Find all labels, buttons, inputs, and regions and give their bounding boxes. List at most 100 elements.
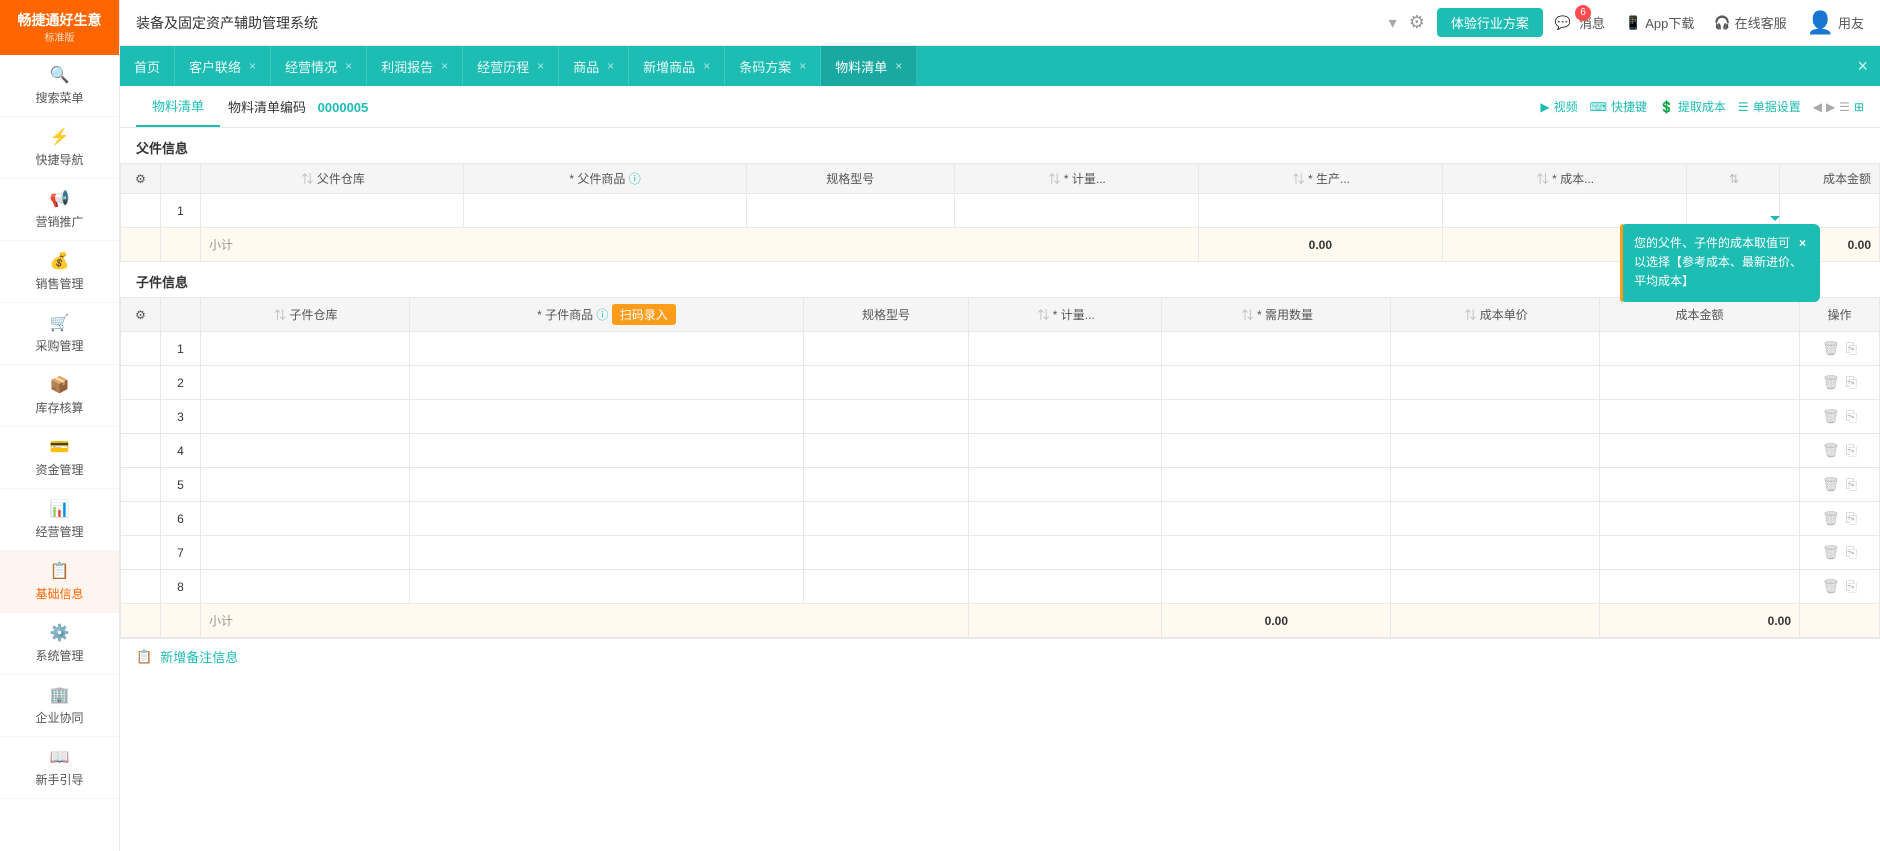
child-row-unit[interactable]: [968, 536, 1161, 570]
child-row-goods[interactable]: [409, 366, 804, 400]
child-row-warehouse[interactable]: [201, 366, 410, 400]
tooltip-close[interactable]: ×: [1799, 234, 1806, 253]
child-row-needed-qty[interactable]: [1162, 366, 1391, 400]
child-row-goods[interactable]: [409, 536, 804, 570]
delete-icon[interactable]: 🗑: [1822, 340, 1840, 357]
sidebar-item-inventory[interactable]: 📦 库存核算: [0, 365, 119, 427]
messages-button[interactable]: 💬 6 消息: [1555, 13, 1605, 32]
delete-icon[interactable]: 🗑: [1822, 476, 1840, 493]
parent-row-cost[interactable]: [1442, 194, 1686, 228]
child-row-spec[interactable]: [804, 400, 969, 434]
parent-row-spec[interactable]: [746, 194, 954, 228]
single-settings-action[interactable]: ☰ 单据设置: [1738, 98, 1801, 115]
child-row-needed-qty[interactable]: [1162, 502, 1391, 536]
child-row-unit-cost[interactable]: [1391, 434, 1600, 468]
tab-addgoods-close[interactable]: ×: [703, 59, 710, 73]
child-row-unit-cost[interactable]: [1391, 366, 1600, 400]
app-button[interactable]: 📱 App下载: [1625, 13, 1694, 32]
child-row-goods[interactable]: [409, 570, 804, 604]
tab-barcode[interactable]: 条码方案 ×: [725, 46, 821, 86]
child-row-unit[interactable]: [968, 434, 1161, 468]
video-action[interactable]: ▶ 视频: [1540, 98, 1577, 115]
delete-icon[interactable]: 🗑: [1822, 578, 1840, 595]
child-row-goods[interactable]: [409, 468, 804, 502]
delete-icon[interactable]: 🗑: [1822, 510, 1840, 527]
next-icon[interactable]: ▶: [1826, 100, 1835, 114]
tab-addgoods[interactable]: 新增商品 ×: [629, 46, 725, 86]
child-row-needed-qty[interactable]: [1162, 434, 1391, 468]
child-row-unit[interactable]: [968, 332, 1161, 366]
tab-barcode-close[interactable]: ×: [799, 59, 806, 73]
child-row-needed-qty[interactable]: [1162, 570, 1391, 604]
tab-operations[interactable]: 经营情况 ×: [271, 46, 367, 86]
child-row-spec[interactable]: [804, 468, 969, 502]
child-row-unit[interactable]: [968, 468, 1161, 502]
sidebar-item-basic[interactable]: 📋 基础信息: [0, 551, 119, 613]
child-row-warehouse[interactable]: [201, 468, 410, 502]
prev-icon[interactable]: ◀: [1813, 100, 1822, 114]
close-all-tabs[interactable]: ×: [1845, 56, 1880, 77]
copy-icon[interactable]: ⎘: [1846, 476, 1857, 493]
service-button[interactable]: 🎧 在线客服: [1714, 13, 1786, 32]
extract-cost-action[interactable]: 💲 提取成本: [1659, 98, 1726, 115]
copy-icon[interactable]: ⎘: [1846, 408, 1857, 425]
sub-tab-bom[interactable]: 物料清单: [136, 86, 220, 127]
child-row-warehouse[interactable]: [201, 570, 410, 604]
delete-icon[interactable]: 🗑: [1822, 408, 1840, 425]
child-row-warehouse[interactable]: [201, 502, 410, 536]
child-row-warehouse[interactable]: [201, 434, 410, 468]
tab-profit-close[interactable]: ×: [441, 59, 448, 73]
parent-row-production[interactable]: [1198, 194, 1442, 228]
tab-goods-close[interactable]: ×: [607, 59, 614, 73]
child-row-spec[interactable]: [804, 332, 969, 366]
child-row-needed-qty[interactable]: [1162, 468, 1391, 502]
child-row-warehouse[interactable]: [201, 536, 410, 570]
list-icon[interactable]: ☰: [1839, 100, 1850, 114]
sidebar-item-sales[interactable]: 💰 销售管理: [0, 241, 119, 303]
sidebar-item-purchase[interactable]: 🛒 采购管理: [0, 303, 119, 365]
copy-icon[interactable]: ⎘: [1846, 374, 1857, 391]
tab-bom-close[interactable]: ×: [895, 59, 902, 73]
copy-icon[interactable]: ⎘: [1846, 578, 1857, 595]
delete-icon[interactable]: 🗑: [1822, 442, 1840, 459]
tab-operations-close[interactable]: ×: [345, 59, 352, 73]
child-row-spec[interactable]: [804, 434, 969, 468]
child-row-spec[interactable]: [804, 366, 969, 400]
trial-button[interactable]: 体验行业方案: [1437, 8, 1543, 37]
scan-input-button[interactable]: 扫码录入: [612, 304, 676, 325]
delete-icon[interactable]: 🗑: [1822, 374, 1840, 391]
tab-history-close[interactable]: ×: [537, 59, 544, 73]
copy-icon[interactable]: ⎘: [1846, 340, 1857, 357]
parent-row-warehouse[interactable]: [201, 194, 464, 228]
child-row-spec[interactable]: [804, 536, 969, 570]
tab-goods[interactable]: 商品 ×: [559, 46, 629, 86]
delete-icon[interactable]: 🗑: [1822, 544, 1840, 561]
child-row-unit[interactable]: [968, 570, 1161, 604]
sidebar-item-system[interactable]: ⚙️ 系统管理: [0, 613, 119, 675]
sidebar-item-search[interactable]: 🔍 搜索菜单: [0, 55, 119, 117]
child-row-unit-cost[interactable]: [1391, 468, 1600, 502]
child-row-goods[interactable]: [409, 332, 804, 366]
child-row-unit[interactable]: [968, 400, 1161, 434]
tab-profit[interactable]: 利润报告 ×: [367, 46, 463, 86]
sidebar-item-guide[interactable]: 📖 新手引导: [0, 737, 119, 799]
grid-icon[interactable]: ⊞: [1854, 100, 1864, 114]
tab-clients-close[interactable]: ×: [249, 59, 256, 73]
child-row-goods[interactable]: [409, 400, 804, 434]
child-row-unit-cost[interactable]: [1391, 502, 1600, 536]
child-row-needed-qty[interactable]: [1162, 332, 1391, 366]
tab-bom[interactable]: 物料清单 ×: [821, 46, 917, 86]
child-row-goods[interactable]: [409, 502, 804, 536]
child-row-goods[interactable]: [409, 434, 804, 468]
child-row-needed-qty[interactable]: [1162, 536, 1391, 570]
bottom-text[interactable]: 新增备注信息: [160, 647, 238, 666]
copy-icon[interactable]: ⎘: [1846, 544, 1857, 561]
child-row-spec[interactable]: [804, 502, 969, 536]
tab-clients[interactable]: 客户联络 ×: [175, 46, 271, 86]
child-row-unit-cost[interactable]: [1391, 332, 1600, 366]
copy-icon[interactable]: ⎘: [1846, 442, 1857, 459]
shortcut-action[interactable]: ⌨ 快捷键: [1590, 98, 1647, 115]
parent-row-unit[interactable]: [954, 194, 1198, 228]
child-row-warehouse[interactable]: [201, 332, 410, 366]
child-row-unit[interactable]: [968, 366, 1161, 400]
